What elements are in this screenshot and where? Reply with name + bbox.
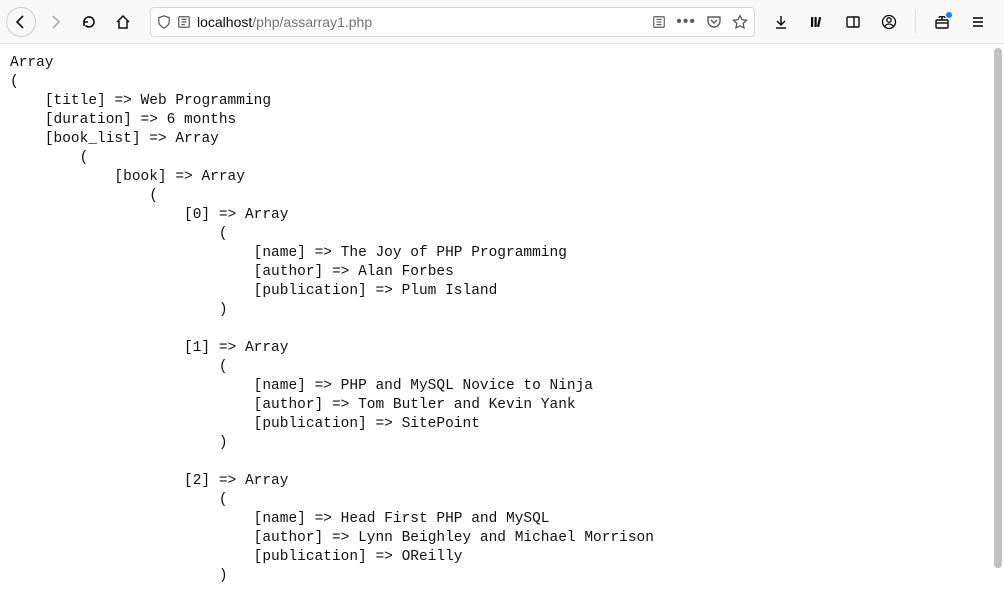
reader-mode-icon[interactable] [652,15,666,29]
browser-toolbar: localhost/php/assarray1.php ••• [0,0,1004,44]
back-button[interactable] [6,7,36,37]
page-viewport: Array ( [title] => Web Programming [dura… [0,44,1004,589]
app-menu-button[interactable] [964,8,992,36]
page-info-icon [177,15,191,29]
php-output: Array ( [title] => Web Programming [dura… [0,44,1004,589]
shield-icon [157,15,171,29]
account-button[interactable] [875,8,903,36]
toolbar-separator [915,11,916,33]
whats-new-button[interactable] [928,8,956,36]
identity-box[interactable] [157,15,191,29]
sidebar-button[interactable] [839,8,867,36]
home-button[interactable] [108,7,138,37]
page-actions: ••• [652,13,748,31]
reload-button[interactable] [74,7,104,37]
notification-dot-icon [946,12,952,18]
bookmark-star-icon[interactable] [732,14,748,30]
forward-button[interactable] [40,7,70,37]
url-bar[interactable]: localhost/php/assarray1.php ••• [150,7,755,37]
library-button[interactable] [803,8,831,36]
pocket-icon[interactable] [706,14,722,30]
page-actions-menu-icon[interactable]: ••• [676,13,696,31]
vertical-scrollbar[interactable] [994,48,1002,585]
toolbar-right [767,8,998,36]
scrollbar-thumb[interactable] [994,48,1002,568]
url-text: localhost/php/assarray1.php [197,14,646,30]
downloads-button[interactable] [767,8,795,36]
